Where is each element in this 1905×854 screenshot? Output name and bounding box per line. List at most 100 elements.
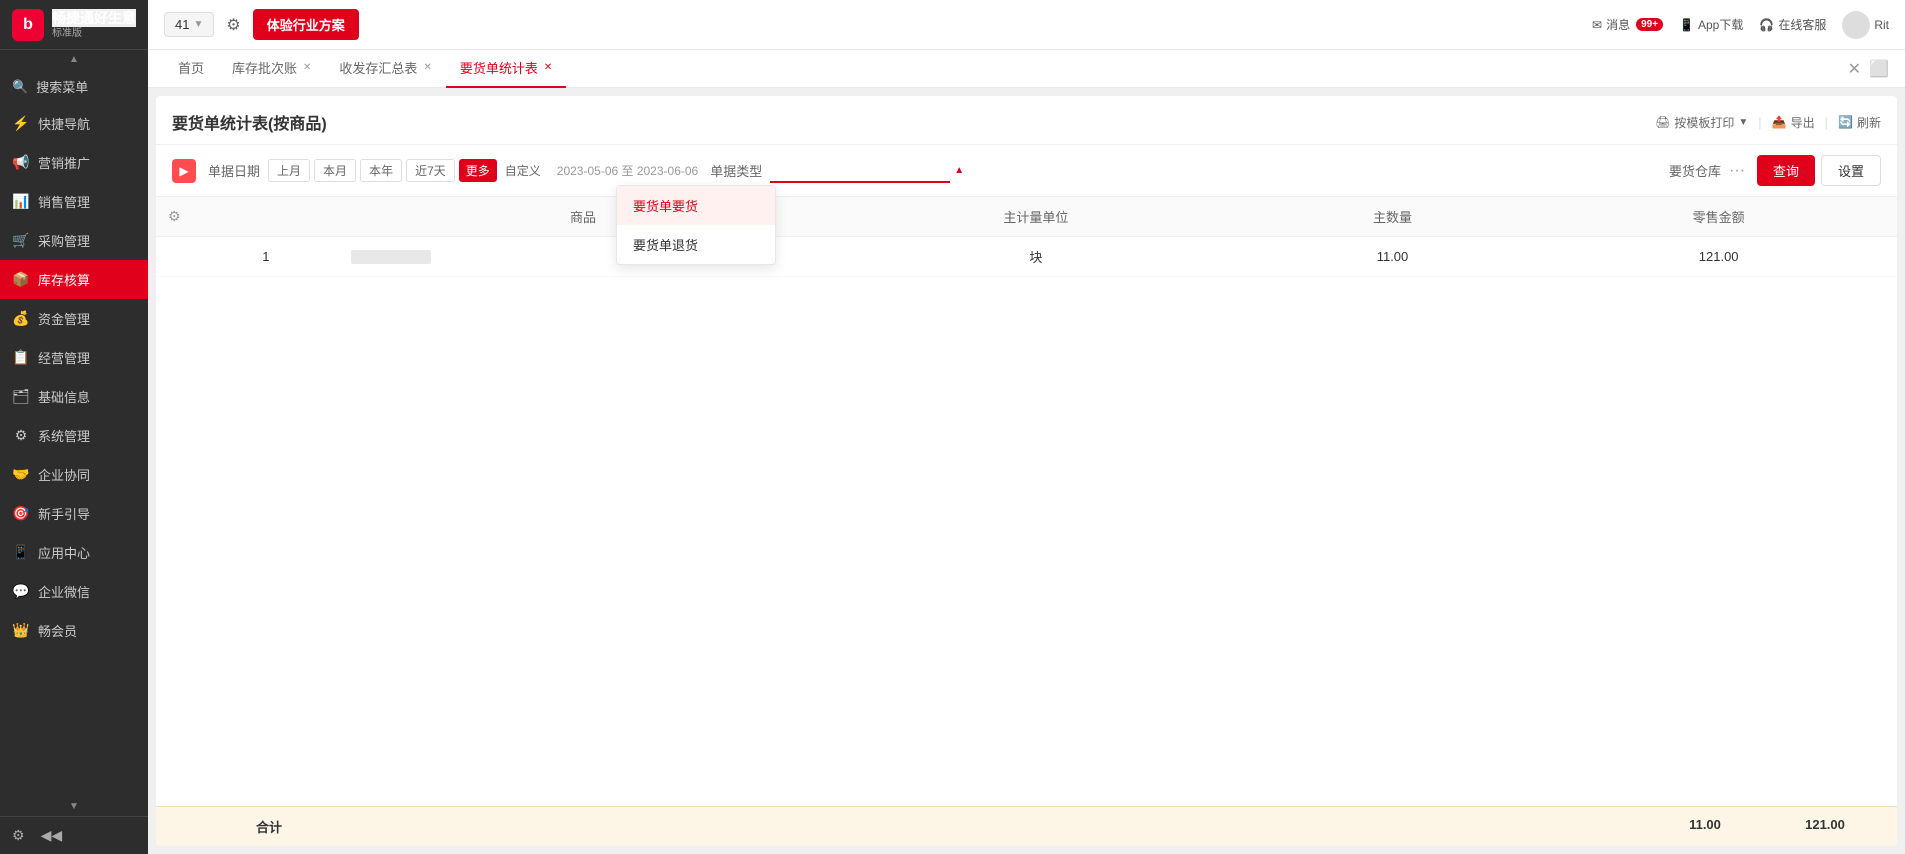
sidebar-item-app-center[interactable]: 📱 应用中心 xyxy=(0,533,148,572)
tab-order-stats[interactable]: 要货单统计表 ✕ xyxy=(446,50,566,88)
messages-button[interactable]: ✉ 消息 99+ xyxy=(1592,16,1663,33)
sidebar-item-operation[interactable]: 📋 经营管理 xyxy=(0,338,148,377)
col-settings-icon[interactable]: ⚙ xyxy=(168,208,181,224)
sidebar-item-label: 企业协同 xyxy=(38,465,90,484)
messages-label: 消息 xyxy=(1606,16,1630,33)
refresh-button[interactable]: 🔄 刷新 xyxy=(1838,114,1881,131)
sidebar-item-marketing[interactable]: 📢 营销推广 xyxy=(0,143,148,182)
inventory-icon: 📦 xyxy=(12,271,30,289)
store-selector[interactable]: 41 ▼ xyxy=(164,12,214,37)
system-icon: ⚙ xyxy=(12,427,30,445)
message-icon: ✉ xyxy=(1592,18,1602,32)
date-btn-this-year[interactable]: 本年 xyxy=(360,159,402,182)
window-controls: ✕ ⬜ xyxy=(1848,59,1889,79)
online-service-button[interactable]: 🎧 在线客服 xyxy=(1759,16,1826,33)
sidebar-item-inventory[interactable]: 📦 库存核算 xyxy=(0,260,148,299)
collapse-icon[interactable]: ◀◀ xyxy=(41,827,63,844)
tab-inventory-batch-close[interactable]: ✕ xyxy=(303,62,311,73)
quick-nav-icon: ⚡ xyxy=(12,115,30,133)
export-button[interactable]: 📤 导出 xyxy=(1772,114,1815,131)
sidebar-item-quick-nav[interactable]: ⚡ 快捷导航 xyxy=(0,104,148,143)
trial-button[interactable]: 体验行业方案 xyxy=(253,9,359,40)
export-icon: 📤 xyxy=(1772,115,1787,129)
settings-button[interactable]: 设置 xyxy=(1821,155,1881,186)
sidebar-item-label: 新手引导 xyxy=(38,504,90,523)
sidebar-item-sales[interactable]: 📊 销售管理 xyxy=(0,182,148,221)
sidebar-item-purchase[interactable]: 🛒 采购管理 xyxy=(0,221,148,260)
page-content: 要货单统计表(按商品) 🖨 按模板打印 ▼ | 📤 导出 | 🔄 刷新 xyxy=(156,96,1897,846)
footer-quantity: 11.00 xyxy=(1689,817,1721,832)
date-custom-btn[interactable]: 自定义 xyxy=(505,162,541,179)
sidebar-scroll-up[interactable]: ▲ xyxy=(0,50,148,69)
tab-order-stats-label: 要货单统计表 xyxy=(460,58,538,77)
sidebar-item-wechat[interactable]: 💬 企业微信 xyxy=(0,572,148,611)
sidebar-item-guide[interactable]: 🎯 新手引导 xyxy=(0,494,148,533)
tab-inventory-batch-label: 库存批次账 xyxy=(232,58,297,77)
print-button[interactable]: 🖨 按模板打印 ▼ xyxy=(1655,114,1748,131)
sidebar-item-system[interactable]: ⚙ 系统管理 xyxy=(0,416,148,455)
td-settings xyxy=(156,237,193,277)
date-btn-last7[interactable]: 近7天 xyxy=(406,159,455,182)
dropdown-item-yaohuodanyaohuo[interactable]: 要货单要货 xyxy=(617,186,775,225)
warehouse-more-icon[interactable]: ··· xyxy=(1729,162,1745,180)
user-name: Rit xyxy=(1874,18,1889,32)
sidebar-logo-text: 畅捷通好生意 标准版 xyxy=(52,9,136,40)
print-chevron-down-icon: ▼ xyxy=(1738,117,1748,128)
topbar-left: 41 ▼ ⚙ 体验行业方案 xyxy=(164,9,1580,40)
sidebar-search[interactable]: 🔍 搜索菜单 xyxy=(0,69,148,104)
sidebar-item-finance[interactable]: 💰 资金管理 xyxy=(0,299,148,338)
type-select-input[interactable] xyxy=(770,158,950,183)
tab-home[interactable]: 首页 xyxy=(164,50,218,88)
tab-inventory-batch[interactable]: 库存批次账 ✕ xyxy=(218,50,325,88)
guide-icon: 🎯 xyxy=(12,505,30,523)
footer-total-label: 合计 xyxy=(256,820,282,835)
export-label: 导出 xyxy=(1791,114,1815,131)
footer-amount: 121.00 xyxy=(1805,817,1845,832)
tab-order-stats-close[interactable]: ✕ xyxy=(544,62,552,73)
print-icon: 🖨 xyxy=(1655,115,1670,129)
filter-bar: ▶ 单据日期 上月 本月 本年 近7天 更多 自定义 2023-05-06 至 … xyxy=(156,145,1897,197)
sidebar-item-enterprise[interactable]: 🤝 企业协同 xyxy=(0,455,148,494)
tab-receive-summary-close[interactable]: ✕ xyxy=(423,62,431,73)
sidebar-item-basic[interactable]: 🗂 基础信息 xyxy=(0,377,148,416)
date-btn-more[interactable]: 更多 xyxy=(459,159,497,182)
type-filter-label: 单据类型 xyxy=(710,161,762,180)
app-download-button[interactable]: 📱 App下载 xyxy=(1679,16,1743,33)
date-btn-this-month[interactable]: 本月 xyxy=(314,159,356,182)
app-logo-icon: b xyxy=(12,9,44,41)
td-quantity: 11.00 xyxy=(1245,237,1541,277)
sidebar-item-label: 库存核算 xyxy=(38,270,90,289)
sidebar-item-label: 应用中心 xyxy=(38,543,90,562)
td-unit: 块 xyxy=(827,237,1245,277)
tab-receive-summary[interactable]: 收发存汇总表 ✕ xyxy=(325,50,445,88)
data-table: ⚙ 商品 主计量单位 主数量 零售金额 1 xyxy=(156,197,1897,277)
th-unit: 主计量单位 xyxy=(827,197,1245,237)
app-center-icon: 📱 xyxy=(12,544,30,562)
dropdown-item-yaohuodantuihuo[interactable]: 要货单退货 xyxy=(617,225,775,264)
th-quantity: 主数量 xyxy=(1245,197,1541,237)
user-profile[interactable]: Rit xyxy=(1842,11,1889,39)
sidebar-item-member[interactable]: 👑 畅会员 xyxy=(0,611,148,650)
filter-expand-button[interactable]: ▶ xyxy=(172,159,196,183)
tab-home-label: 首页 xyxy=(178,58,204,77)
date-btn-last-month[interactable]: 上月 xyxy=(268,159,310,182)
sidebar-item-label: 采购管理 xyxy=(38,231,90,250)
sidebar-item-label: 经营管理 xyxy=(38,348,90,367)
sidebar: b 畅捷通好生意 标准版 ▲ 🔍 搜索菜单 ⚡ 快捷导航 📢 营销推广 📊 销售… xyxy=(0,0,148,854)
page-title: 要货单统计表(按商品) xyxy=(172,110,327,134)
query-button[interactable]: 查询 xyxy=(1757,155,1815,186)
window-expand-icon[interactable]: ⬜ xyxy=(1869,59,1889,79)
sidebar-nav: ⚡ 快捷导航 📢 营销推广 📊 销售管理 🛒 采购管理 📦 库存核算 💰 资金管… xyxy=(0,104,148,797)
operation-icon: 📋 xyxy=(12,349,30,367)
topbar-settings-icon[interactable]: ⚙ xyxy=(222,11,244,39)
sales-icon: 📊 xyxy=(12,193,30,211)
print-label: 按模板打印 xyxy=(1674,114,1734,131)
window-close-icon[interactable]: ✕ xyxy=(1848,59,1861,79)
page-actions: 🖨 按模板打印 ▼ | 📤 导出 | 🔄 刷新 xyxy=(1655,114,1881,131)
sidebar-scroll-down[interactable]: ▼ xyxy=(0,797,148,816)
settings-bottom-icon[interactable]: ⚙ xyxy=(12,827,25,844)
purchase-icon: 🛒 xyxy=(12,232,30,250)
type-select-chevron-up-icon[interactable]: ▲ xyxy=(954,165,964,176)
store-name: 41 xyxy=(175,17,189,32)
warehouse-filter-group: 要货仓库 ··· xyxy=(1669,161,1745,180)
